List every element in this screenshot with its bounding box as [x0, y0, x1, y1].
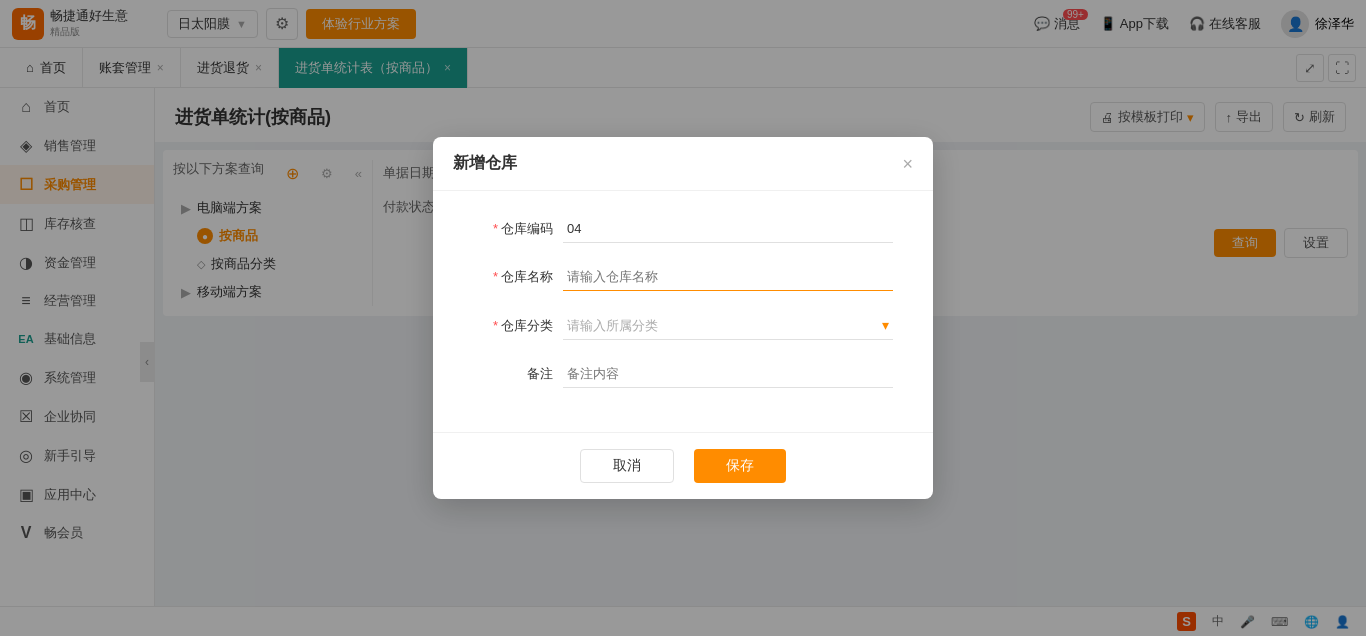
modal-overlay[interactable]: 新增仓库 × 仓库编码 仓库名称 仓库分类 请输入所属分类 ▾ — [0, 0, 1366, 636]
category-select[interactable]: 请输入所属分类 — [567, 318, 882, 333]
form-row-name: 仓库名称 — [473, 263, 893, 291]
category-label: 仓库分类 — [473, 317, 553, 335]
cancel-button[interactable]: 取消 — [580, 449, 674, 483]
category-dropdown-icon: ▾ — [882, 317, 889, 333]
note-label: 备注 — [473, 365, 553, 383]
form-row-category: 仓库分类 请输入所属分类 ▾ — [473, 311, 893, 340]
modal-header: 新增仓库 × — [433, 137, 933, 191]
form-row-code: 仓库编码 — [473, 215, 893, 243]
modal-body: 仓库编码 仓库名称 仓库分类 请输入所属分类 ▾ 备注 — [433, 191, 933, 432]
modal-footer: 取消 保存 — [433, 432, 933, 499]
code-input[interactable] — [563, 215, 893, 243]
category-select-wrap: 请输入所属分类 ▾ — [563, 311, 893, 340]
name-input[interactable] — [563, 263, 893, 291]
name-label: 仓库名称 — [473, 268, 553, 286]
add-warehouse-modal: 新增仓库 × 仓库编码 仓库名称 仓库分类 请输入所属分类 ▾ — [433, 137, 933, 499]
form-row-note: 备注 — [473, 360, 893, 388]
save-button[interactable]: 保存 — [694, 449, 786, 483]
code-label: 仓库编码 — [473, 220, 553, 238]
modal-title: 新增仓库 — [453, 153, 517, 174]
note-input[interactable] — [563, 360, 893, 388]
modal-close-button[interactable]: × — [902, 155, 913, 173]
